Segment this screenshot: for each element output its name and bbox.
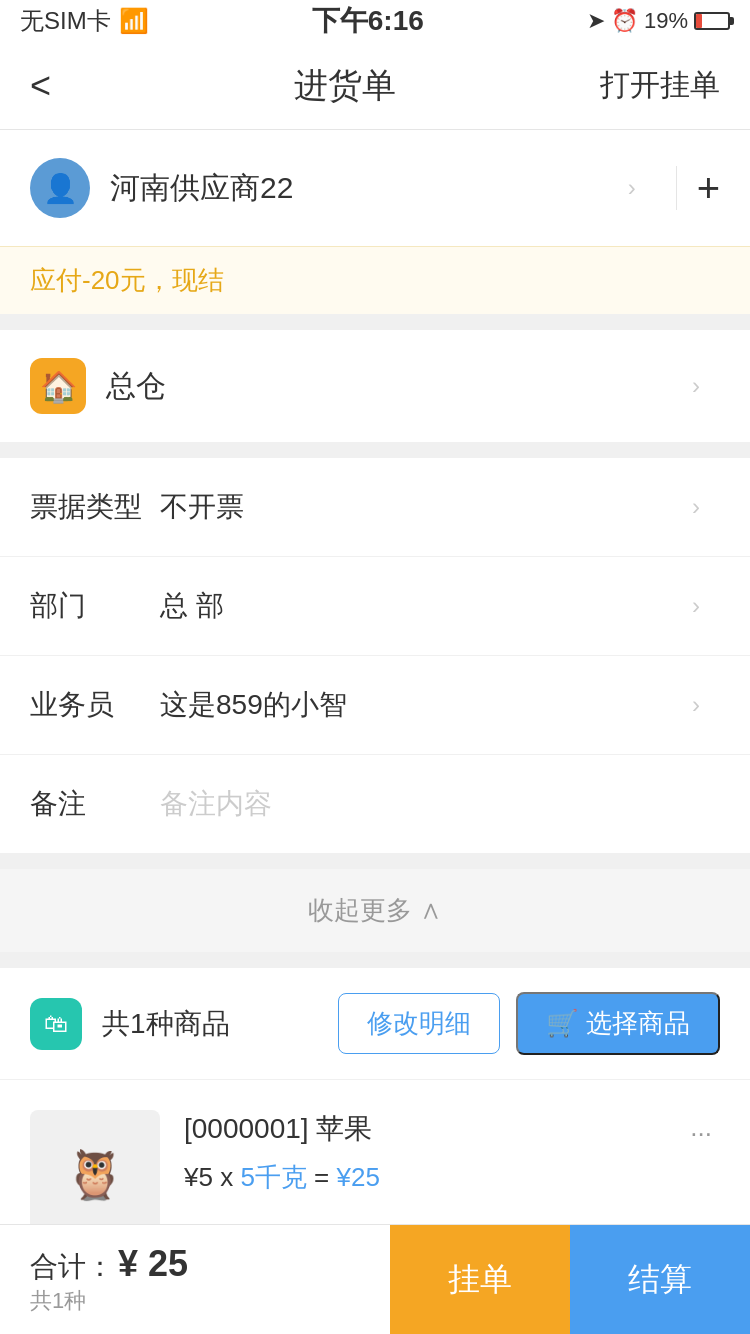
- notice-text: 应付-20元，现结: [30, 265, 224, 295]
- product-more-button[interactable]: ···: [682, 1110, 720, 1157]
- back-button[interactable]: <: [30, 65, 90, 107]
- dept-row[interactable]: 部门 总 部 ›: [0, 557, 750, 656]
- total-text: ¥25: [336, 1162, 379, 1192]
- sales-chevron-icon: ›: [692, 691, 700, 719]
- product-count-text: 共1种商品: [102, 1005, 338, 1043]
- product-header: 🛍 共1种商品 修改明细 🛒 选择商品: [0, 968, 750, 1080]
- price-text: ¥5 x: [184, 1162, 240, 1192]
- supplier-avatar: 👤: [30, 158, 90, 218]
- status-bar: 无SIM卡 📶 下午6:16 ➤ ⏰ 19%: [0, 0, 750, 42]
- dept-chevron-icon: ›: [692, 592, 700, 620]
- carrier-text: 无SIM卡: [20, 5, 111, 37]
- supplier-section: 👤 河南供应商22 › + 应付-20元，现结: [0, 130, 750, 314]
- dept-value: 总 部: [160, 587, 692, 625]
- product-info: [0000001] 苹果 ¥5 x 5千克 = ¥25: [184, 1110, 682, 1195]
- location-icon: ➤: [587, 8, 605, 34]
- select-product-cart-icon: 🛒: [546, 1008, 578, 1039]
- battery-icon: [694, 12, 730, 30]
- dept-label: 部门: [30, 587, 160, 625]
- status-bar-left: 无SIM卡 📶: [20, 5, 149, 37]
- warehouse-icon: 🏠: [30, 358, 86, 414]
- invoice-value: 不开票: [160, 488, 692, 526]
- vertical-divider: [676, 166, 677, 210]
- invoice-row[interactable]: 票据类型 不开票 ›: [0, 458, 750, 557]
- supplier-chevron-icon: ›: [628, 174, 636, 202]
- avatar-icon: 👤: [43, 172, 78, 205]
- warehouse-section: 🏠 总仓 ›: [0, 330, 750, 442]
- nav-bar: < 进货单 打开挂单: [0, 42, 750, 130]
- supplier-name: 河南供应商22: [110, 168, 628, 209]
- product-count-icon: 🛍: [30, 998, 82, 1050]
- invoice-chevron-icon: ›: [692, 493, 700, 521]
- product-price: ¥5 x 5千克 = ¥25: [184, 1160, 682, 1195]
- warehouse-name: 总仓: [106, 366, 692, 407]
- quantity-text: 5千克: [240, 1162, 306, 1192]
- cart-icon: 🛍: [44, 1010, 68, 1038]
- total-count: 共1种: [30, 1286, 360, 1316]
- checkout-button[interactable]: 结算: [570, 1225, 750, 1334]
- invoice-label: 票据类型: [30, 488, 160, 526]
- time-display: 下午6:16: [312, 2, 424, 40]
- collapse-row[interactable]: 收起更多 ∧: [0, 869, 750, 952]
- open-hang-button[interactable]: 打开挂单: [600, 65, 720, 106]
- battery-text: 19%: [644, 8, 688, 34]
- remark-label: 备注: [30, 785, 160, 823]
- equals-text: =: [307, 1162, 337, 1192]
- warehouse-chevron-icon: ›: [692, 372, 700, 400]
- status-bar-right: ➤ ⏰ 19%: [587, 8, 730, 34]
- sales-value: 这是859的小智: [160, 686, 692, 724]
- page-title: 进货单: [294, 63, 396, 109]
- total-section: 合计： ¥ 25 共1种: [0, 1225, 390, 1334]
- collapse-label: 收起更多 ∧: [308, 893, 441, 928]
- total-label: 合计：: [30, 1248, 114, 1286]
- add-supplier-button[interactable]: +: [697, 166, 720, 211]
- notice-bar: 应付-20元，现结: [0, 246, 750, 314]
- select-product-label: 选择商品: [586, 1006, 690, 1041]
- supplier-row[interactable]: 👤 河南供应商22 › +: [0, 130, 750, 246]
- alarm-icon: ⏰: [611, 8, 638, 34]
- product-thumbnail: 🦉: [30, 1110, 160, 1240]
- warehouse-row[interactable]: 🏠 总仓 ›: [0, 330, 750, 442]
- wifi-icon: 📶: [119, 7, 149, 35]
- checkout-label: 结算: [628, 1258, 692, 1302]
- edit-detail-button[interactable]: 修改明细: [338, 993, 500, 1054]
- hang-button[interactable]: 挂单: [390, 1225, 570, 1334]
- product-name: [0000001] 苹果: [184, 1110, 682, 1148]
- product-thumb-icon: 🦉: [65, 1147, 125, 1203]
- select-product-button[interactable]: 🛒 选择商品: [516, 992, 720, 1055]
- remark-input[interactable]: 备注内容: [160, 785, 720, 823]
- form-section: 票据类型 不开票 › 部门 总 部 › 业务员 这是859的小智 › 备注 备注…: [0, 458, 750, 853]
- sales-row[interactable]: 业务员 这是859的小智 ›: [0, 656, 750, 755]
- bottom-bar: 合计： ¥ 25 共1种 挂单 结算: [0, 1224, 750, 1334]
- total-amount: ¥ 25: [118, 1243, 188, 1285]
- hang-label: 挂单: [448, 1258, 512, 1302]
- remark-row[interactable]: 备注 备注内容: [0, 755, 750, 853]
- sales-label: 业务员: [30, 686, 160, 724]
